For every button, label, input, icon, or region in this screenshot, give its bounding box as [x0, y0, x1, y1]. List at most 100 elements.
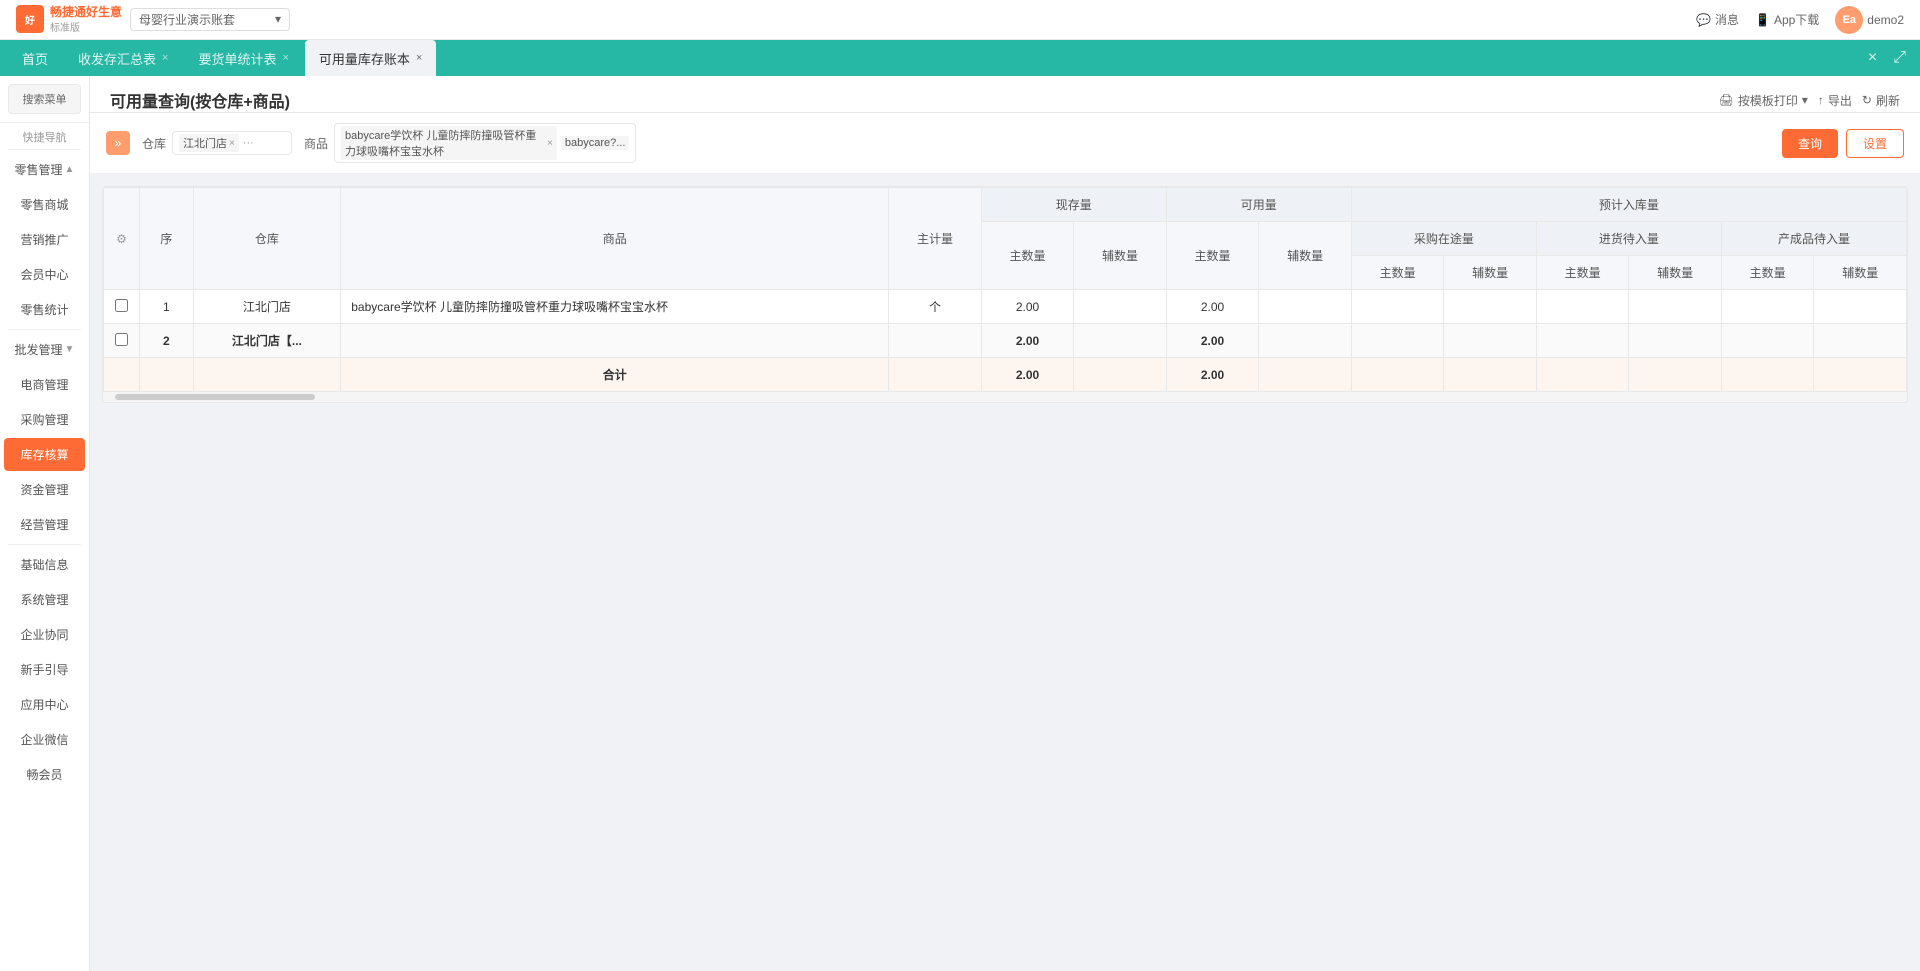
sidebar-item-wholesale-mgmt[interactable]: 批发管理 ▼	[4, 333, 85, 366]
refresh-btn[interactable]: ↻ 刷新	[1862, 92, 1900, 109]
sidebar-item-retail-stats[interactable]: 零售统计	[4, 293, 85, 326]
search-menu-btn[interactable]: 搜索菜单	[8, 84, 81, 114]
top-bar: 好 畅捷通好生意 标准版 母婴行业演示账套 ▾ 💬 消息 📱 App下载 Ea …	[0, 0, 1920, 40]
td-checkbox-2[interactable]	[104, 324, 140, 358]
td-seq-2: 2	[140, 324, 194, 358]
warehouse-tag-1: 江北门店 ×	[179, 134, 239, 152]
sidebar-item-member[interactable]: 会员中心	[4, 258, 85, 291]
top-bar-left: 好 畅捷通好生意 标准版 母婴行业演示账套 ▾	[16, 5, 290, 34]
sidebar-item-marketing[interactable]: 营销推广	[4, 223, 85, 256]
product-tag-1: babycare学饮杯 儿童防摔防撞吸管杯重力球吸嘴杯宝宝水杯 ×	[341, 126, 557, 160]
warehouse-filter-label: 仓库	[142, 135, 166, 152]
app-download-label: App下载	[1774, 11, 1819, 28]
top-bar-right: 💬 消息 📱 App下载 Ea demo2	[1696, 6, 1904, 34]
tab-available-stock-close[interactable]: ×	[416, 52, 422, 64]
sidebar-item-finance[interactable]: 资金管理	[4, 473, 85, 506]
warehouse-more-btn[interactable]: ···	[243, 137, 254, 149]
refresh-icon: ↻	[1862, 93, 1872, 107]
username-label: demo2	[1867, 13, 1904, 27]
td-product-1: babycare学饮杯 儿童防摔防撞吸管杯重力球吸嘴杯宝宝水杯	[341, 290, 889, 324]
row1-checkbox[interactable]	[115, 299, 128, 312]
sidebar-item-basics[interactable]: 基础信息	[4, 548, 85, 581]
sidebar-item-retail-mall[interactable]: 零售商城	[4, 188, 85, 221]
filter-area: » 仓库 江北门店 × ··· 商品 babycare学饮杯 儿童防摔防撞吸管杯…	[90, 113, 1920, 174]
td-checkbox[interactable]	[104, 290, 140, 324]
sidebar-item-retail-mgmt[interactable]: 零售管理 ▲	[4, 153, 85, 186]
td-purchase-sub-2	[1444, 324, 1537, 358]
sidebar-item-ecommerce-label: 电商管理	[20, 376, 68, 393]
sidebar-item-enterprise[interactable]: 企业协同	[4, 618, 85, 651]
export-icon: ↑	[1818, 93, 1824, 107]
sidebar-item-operations[interactable]: 经营管理	[4, 508, 85, 541]
sidebar-item-member2[interactable]: 畅会员	[4, 758, 85, 791]
sidebar-item-marketing-label: 营销推广	[20, 231, 68, 248]
page-actions: 🖨 按模板打印 ▾ ↑ 导出 ↻ 刷新	[1719, 92, 1900, 109]
tab-order-stats-label: 要货单统计表	[198, 49, 276, 68]
th-stock-group: 现存量	[981, 188, 1166, 222]
row2-checkbox[interactable]	[115, 333, 128, 346]
main-layout: 搜索菜单 快捷导航 零售管理 ▲ 零售商城 营销推广 会员中心 零售统计 批发管…	[0, 76, 1920, 971]
tab-expand-btn[interactable]: ⤢	[1887, 49, 1912, 67]
warehouse-tags-input[interactable]: 江北门店 × ···	[172, 131, 292, 155]
td-total-empty4	[889, 358, 982, 392]
quick-nav-label[interactable]: 快捷导航	[0, 123, 89, 147]
sidebar-item-wechat[interactable]: 企业微信	[4, 723, 85, 756]
settings-btn[interactable]: 设置	[1846, 129, 1904, 158]
tab-bar-actions: × ⤢	[1862, 40, 1912, 76]
product-tags-input[interactable]: babycare学饮杯 儿童防摔防撞吸管杯重力球吸嘴杯宝宝水杯 × babyca…	[334, 123, 636, 163]
horizontal-scrollbar[interactable]	[103, 392, 1907, 402]
td-avail-sub-1	[1259, 290, 1352, 324]
tab-home[interactable]: 首页	[8, 40, 62, 76]
sidebar-item-inventory[interactable]: 库存核算	[4, 438, 85, 471]
warehouse-tag-close[interactable]: ×	[229, 138, 235, 149]
product-filter-label: 商品	[304, 135, 328, 152]
tab-available-stock[interactable]: 可用量库存账本 ×	[305, 40, 436, 76]
sidebar-item-system-label: 系统管理	[20, 591, 68, 608]
print-btn[interactable]: 🖨 按模板打印 ▾	[1719, 92, 1808, 109]
tab-order-stats-close[interactable]: ×	[282, 52, 288, 64]
tab-receive-close[interactable]: ×	[162, 52, 168, 64]
query-btn[interactable]: 查询	[1782, 129, 1838, 158]
sidebar-item-basics-label: 基础信息	[20, 556, 68, 573]
tab-receive[interactable]: 收发存汇总表 ×	[64, 40, 182, 76]
td-total-incoming-sub	[1629, 358, 1722, 392]
th-settings[interactable]: ⚙	[104, 188, 140, 290]
export-btn[interactable]: ↑ 导出	[1818, 92, 1852, 109]
td-finished-main-1	[1721, 290, 1814, 324]
product-tag-1-close[interactable]: ×	[547, 138, 553, 149]
td-total-finished-main	[1721, 358, 1814, 392]
tab-available-stock-label: 可用量库存账本	[319, 49, 410, 68]
tab-close-all-btn[interactable]: ×	[1862, 49, 1883, 67]
sidebar-item-newbie-label: 新手引导	[20, 661, 68, 678]
td-total-stock-main: 2.00	[981, 358, 1074, 392]
filter-toggle-btn[interactable]: »	[106, 131, 130, 155]
td-avail-main-1: 2.00	[1166, 290, 1259, 324]
td-total-empty2	[140, 358, 194, 392]
print-dropdown-icon: ▾	[1802, 93, 1808, 107]
scrollbar-thumb[interactable]	[115, 394, 315, 400]
user-menu[interactable]: Ea demo2	[1835, 6, 1904, 34]
sidebar-item-newbie[interactable]: 新手引导	[4, 653, 85, 686]
sidebar-item-system[interactable]: 系统管理	[4, 583, 85, 616]
app-download-btn[interactable]: 📱 App下载	[1755, 11, 1819, 28]
messages-btn[interactable]: 💬 消息	[1696, 11, 1739, 28]
th-unit: 主计量	[889, 188, 982, 290]
sidebar-item-app-center[interactable]: 应用中心	[4, 688, 85, 721]
th-avail-sub: 辅数量	[1259, 222, 1352, 290]
column-settings-icon[interactable]: ⚙	[116, 232, 127, 246]
td-stock-main-2: 2.00	[981, 324, 1074, 358]
td-finished-main-2	[1721, 324, 1814, 358]
sidebar-item-ecommerce[interactable]: 电商管理	[4, 368, 85, 401]
sidebar-item-retail-stats-label: 零售统计	[20, 301, 68, 318]
sidebar-item-operations-label: 经营管理	[20, 516, 68, 533]
refresh-label: 刷新	[1876, 92, 1900, 109]
product-tag-text-1: babycare学饮杯 儿童防摔防撞吸管杯重力球吸嘴杯宝宝水杯	[345, 127, 545, 159]
td-total-purchase-sub	[1444, 358, 1537, 392]
sidebar-item-purchase[interactable]: 采购管理	[4, 403, 85, 436]
toggle-icon: »	[115, 136, 122, 150]
tab-order-stats[interactable]: 要货单统计表 ×	[184, 40, 302, 76]
td-total-label: 合计	[341, 358, 889, 392]
td-total-finished-sub	[1814, 358, 1907, 392]
industry-selector[interactable]: 母婴行业演示账套 ▾	[130, 8, 290, 31]
th-incoming-main: 主数量	[1536, 256, 1629, 290]
